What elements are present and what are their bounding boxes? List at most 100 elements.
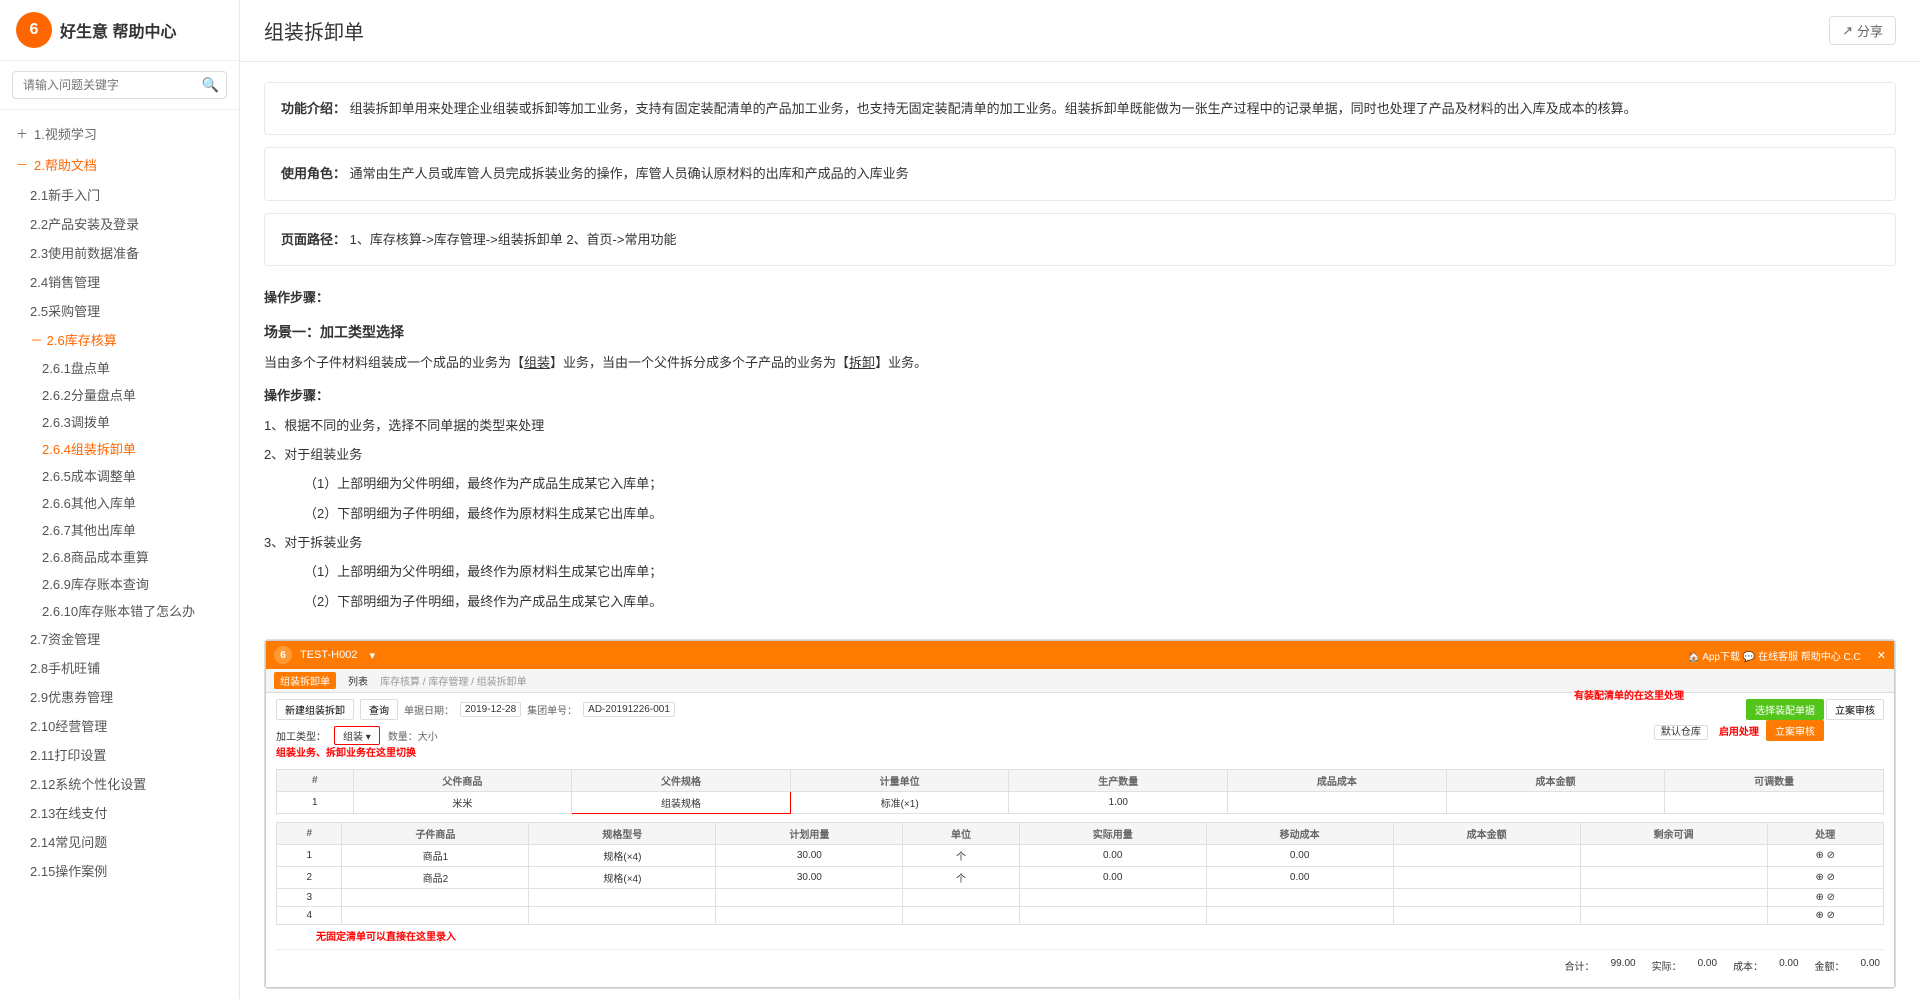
- step1: 1、根据不同的业务，选择不同单据的类型来处理: [264, 414, 1896, 437]
- col-subactual: 实际用量: [1019, 823, 1206, 845]
- role-label: 使用角色：: [281, 166, 346, 181]
- sidebar-item-dataprep[interactable]: 2.3使用前数据准备: [0, 238, 239, 267]
- cell-spec-1: 规格(×4): [529, 845, 716, 867]
- cell-spec: 组装规格: [572, 792, 791, 814]
- sidebar-item-operations[interactable]: 2.10经营管理: [0, 711, 239, 740]
- annotation-manual-entry: 无固定清单可以直接在这里录入: [316, 928, 456, 943]
- sidebar-item-custom[interactable]: 2.12系统个性化设置: [0, 769, 239, 798]
- mock-qty-label: 数量：大小: [388, 728, 438, 743]
- sidebar-header: 6 好生意 帮助中心: [0, 0, 239, 61]
- cell-cost-4: [1206, 907, 1393, 925]
- sidebar-item-transfer[interactable]: 2.6.3调拨单: [0, 408, 239, 435]
- cell-spec-3: [529, 889, 716, 907]
- mock-titlebar: 6 TEST-H002 ▾ 🏠 App下载 💬 在线客服 帮助中心 C.C ✕: [266, 641, 1894, 669]
- nav-list: ＋ 1.视频学习 － 2.帮助文档 2.1新手入门 2.2产品安装及登录 2.3…: [0, 110, 239, 999]
- cell-total: [1446, 792, 1665, 814]
- sidebar-item-assembly[interactable]: 2.6.4组装拆卸单: [0, 435, 239, 462]
- cell-actual-4: [1019, 907, 1206, 925]
- cell-goods-3: [342, 889, 529, 907]
- step3-2: （2）下部明细为子件明细，最终作为产成品生成某它入库单。: [264, 590, 1896, 613]
- col-goodsid: 父件规格: [572, 770, 791, 792]
- annotation-assembly-bom: 有装配清单的在这里处理: [1574, 687, 1684, 702]
- sidebar-item-install[interactable]: 2.2产品安装及登录: [0, 209, 239, 238]
- mock-enable-btn[interactable]: 立案审核: [1766, 720, 1824, 741]
- mock-date-value: 2019-12-28: [460, 702, 521, 717]
- sidebar-item-sales[interactable]: 2.4销售管理: [0, 267, 239, 296]
- annotation-type-switch: 组装业务、拆卸业务在这里切换: [276, 744, 416, 759]
- sidebar-item-other-in[interactable]: 2.6.6其他入库单: [0, 489, 239, 516]
- search-area: 🔍: [0, 61, 239, 110]
- sidebar-item-finance[interactable]: 2.7资金管理: [0, 624, 239, 653]
- intro-label: 功能介绍：: [281, 101, 346, 116]
- table-row: 3 ⊕ ⊘: [277, 889, 1884, 907]
- cell-unit-1: 个: [903, 845, 1019, 867]
- cell-total-1: [1393, 845, 1580, 867]
- sidebar-item-print[interactable]: 2.11打印设置: [0, 740, 239, 769]
- screenshot-area: 6 TEST-H002 ▾ 🏠 App下载 💬 在线客服 帮助中心 C.C ✕ …: [264, 639, 1896, 989]
- cell-remain-3: [1580, 889, 1767, 907]
- sidebar-item-cost-adjust[interactable]: 2.6.5成本调整单: [0, 462, 239, 489]
- main-area: 组装拆卸单 ↗ 分享 功能介绍： 组装拆卸单用来处理企业组装或拆卸等加工业务，支…: [240, 0, 1920, 999]
- sidebar-item-docs[interactable]: － 2.帮助文档: [0, 149, 239, 180]
- mock-confirm-btn[interactable]: 立案审核: [1826, 699, 1884, 720]
- share-button[interactable]: ↗ 分享: [1829, 16, 1896, 45]
- cell-unit: 标准(×1): [790, 792, 1009, 814]
- minus-icon: －: [16, 156, 28, 173]
- cell-total-2: [1393, 867, 1580, 889]
- cell-action-3[interactable]: ⊕ ⊘: [1767, 889, 1883, 907]
- cell-action-1[interactable]: ⊕ ⊘: [1767, 845, 1883, 867]
- mock-select-bom-btn[interactable]: 选择装配单据: [1746, 699, 1824, 720]
- sidebar-item-cases[interactable]: 2.15操作案例: [0, 856, 239, 885]
- mock-type-label: 加工类型：: [276, 728, 326, 743]
- cell-qty: 1.00: [1009, 792, 1228, 814]
- sidebar-item-partial-count[interactable]: 2.6.2分量盘点单: [0, 381, 239, 408]
- mock-close-icon[interactable]: ✕: [1877, 649, 1886, 662]
- mock-logo: 6: [274, 646, 292, 664]
- table-row: 2 商品2 规格(×4) 30.00 个 0.00 0.00 ⊕ ⊘: [277, 867, 1884, 889]
- sidebar-item-stock-ledger[interactable]: 2.6.9库存账本查询: [0, 570, 239, 597]
- search-input[interactable]: [12, 71, 227, 99]
- sidebar-item-stock-fix[interactable]: 2.6.10库存账本错了怎么办: [0, 597, 239, 624]
- intro-text: 组装拆卸单用来处理企业组装或拆卸等加工业务，支持有固定装配清单的产品加工业务，也…: [350, 101, 1637, 116]
- steps-title: 操作步骤：: [264, 384, 1896, 407]
- sidebar-item-payment[interactable]: 2.13在线支付: [0, 798, 239, 827]
- nav-sub-docs: 2.1新手入门 2.2产品安装及登录 2.3使用前数据准备 2.4销售管理 2.…: [0, 180, 239, 885]
- intro-block: 功能介绍： 组装拆卸单用来处理企业组装或拆卸等加工业务，支持有固定装配清单的产品…: [264, 82, 1896, 135]
- sidebar-item-inventory[interactable]: － 2.6库存核算: [0, 325, 239, 354]
- footer-label-actual: 实际：: [1652, 958, 1682, 973]
- cell-unit-3: [903, 889, 1019, 907]
- mock-new-btn[interactable]: 新建组装拆卸: [276, 699, 354, 720]
- sidebar-item-stockcount[interactable]: 2.6.1盘点单: [0, 354, 239, 381]
- cell-actual-3: [1019, 889, 1206, 907]
- mock-tab-list[interactable]: 列表: [342, 672, 374, 689]
- cell-action-2[interactable]: ⊕ ⊘: [1767, 867, 1883, 889]
- nav-sub-inventory: 2.6.1盘点单 2.6.2分量盘点单 2.6.3调拨单 2.6.4组装拆卸单 …: [0, 354, 239, 624]
- sidebar-item-faq[interactable]: 2.14常见问题: [0, 827, 239, 856]
- sidebar-item-other-out[interactable]: 2.6.7其他出库单: [0, 516, 239, 543]
- path-block: 页面路径： 1、库存核算->库存管理->组装拆卸单 2、首页->常用功能: [264, 213, 1896, 266]
- mock-query-btn[interactable]: 查询: [360, 699, 398, 720]
- col-avail: 可调数量: [1665, 770, 1884, 792]
- cell-action-4[interactable]: ⊕ ⊘: [1767, 907, 1883, 925]
- col-seq: #: [277, 770, 354, 792]
- sidebar-item-cost-recalc[interactable]: 2.6.8商品成本重算: [0, 543, 239, 570]
- cell-goods-2: 商品2: [342, 867, 529, 889]
- sidebar-item-newbie[interactable]: 2.1新手入门: [0, 180, 239, 209]
- annotation-enable: 默认仓库 启用处理 立案审核: [1654, 720, 1824, 741]
- sidebar-item-video[interactable]: ＋ 1.视频学习: [0, 118, 239, 149]
- sidebar-item-mobile[interactable]: 2.8手机旺铺: [0, 653, 239, 682]
- col-totalcost: 成本金额: [1446, 770, 1665, 792]
- cell-spec-4: [529, 907, 716, 925]
- ops-title: 操作步骤：: [264, 286, 1896, 309]
- mock-dropdown-icon: ▾: [369, 649, 375, 662]
- col-subaction: 处理: [1767, 823, 1883, 845]
- mock-tab-assembly[interactable]: 组装拆卸单: [274, 672, 336, 689]
- col-inqty: 生产数量: [1009, 770, 1228, 792]
- sidebar-item-coupon[interactable]: 2.9优惠券管理: [0, 682, 239, 711]
- cell-avail: [1665, 792, 1884, 814]
- sidebar-item-purchase[interactable]: 2.5采购管理: [0, 296, 239, 325]
- mock-title: TEST-H002: [300, 649, 357, 661]
- cell-cost-1: 0.00: [1206, 845, 1393, 867]
- mock-form-area: 新建组装拆卸 查询 单据日期： 2019-12-28 集团单号： AD-2019…: [266, 693, 1894, 987]
- mock-id-label: 集团单号：: [527, 702, 577, 717]
